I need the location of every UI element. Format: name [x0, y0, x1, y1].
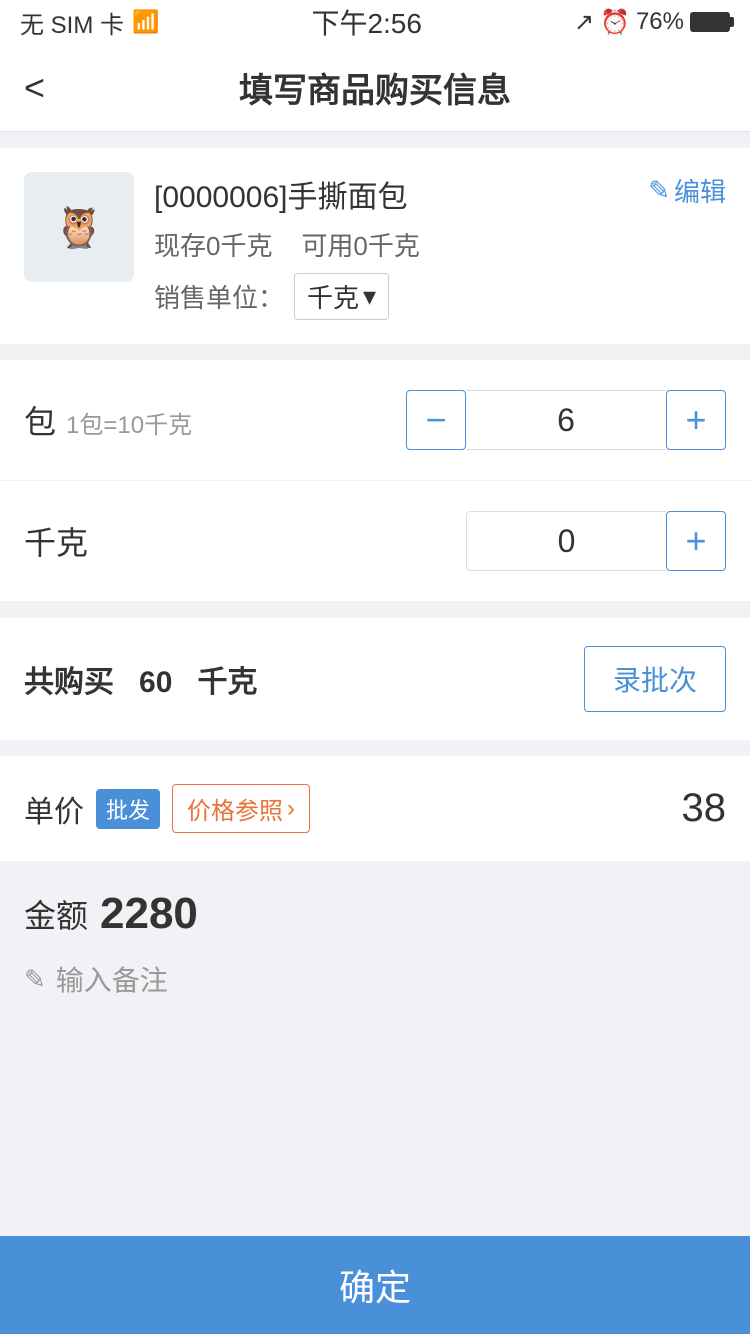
quantity-kg-input[interactable]	[466, 511, 666, 571]
quantity-control-bao: − +	[406, 390, 726, 450]
amount-label: 金额	[24, 891, 88, 937]
price-value: 38	[682, 786, 727, 831]
quantity-control-kg: +	[466, 511, 726, 571]
wifi-icon: 📶	[132, 9, 159, 35]
quantity-row-kg: 千克 +	[0, 481, 750, 602]
amount-row: 金额 2280	[24, 889, 726, 939]
quantity-label-bao: 包 1包=10千克	[24, 397, 406, 443]
page-title: 填写商品购买信息	[239, 63, 511, 112]
status-carrier: 无 SIM 卡 📶	[20, 5, 159, 40]
summary-amount: 60	[139, 666, 172, 699]
quantity-row-bao: 包 1包=10千克 − +	[0, 360, 750, 481]
product-unit-row: 销售单位： 千克 ▾	[154, 273, 726, 320]
price-label: 单价	[24, 787, 84, 831]
back-button[interactable]: <	[24, 67, 45, 109]
battery-icon	[690, 12, 730, 32]
edit-button[interactable]: ✎ 编辑	[648, 172, 726, 209]
price-row: 单价 批发 价格参照 › 38	[24, 784, 726, 833]
nav-bar: < 填写商品购买信息	[0, 44, 750, 132]
product-card: 🦉 [0000006]手撕面包 现存0千克 可用0千克 销售单位： 千克 ▾ ✎…	[0, 148, 750, 344]
remark-row[interactable]: ✎ 输入备注	[24, 959, 726, 999]
decrement-bao-button[interactable]: −	[406, 390, 466, 450]
increment-kg-button[interactable]: +	[666, 511, 726, 571]
unit-dropdown[interactable]: 千克 ▾	[294, 273, 389, 320]
product-logo-icon: 🦉	[54, 204, 104, 251]
battery-percent: 76%	[636, 8, 684, 36]
product-name: [0000006]手撕面包	[154, 172, 726, 216]
price-reference-button[interactable]: 价格参照 ›	[172, 784, 310, 833]
status-right: ↗ ⏰ 76%	[574, 8, 730, 37]
remark-placeholder: 输入备注	[56, 959, 168, 999]
status-time: 下午2:56	[311, 2, 422, 42]
product-thumbnail: 🦉	[24, 172, 134, 282]
chevron-right-icon: ›	[287, 795, 295, 823]
product-stock: 现存0千克 可用0千克	[154, 226, 726, 263]
price-section: 单价 批发 价格参照 › 38	[0, 756, 750, 861]
quantity-section: 包 1包=10千克 − + 千克 +	[0, 360, 750, 602]
pencil-icon: ✎	[24, 964, 46, 995]
quantity-bao-input[interactable]	[466, 390, 666, 450]
edit-icon: ✎	[648, 175, 670, 206]
summary-text: 共购买 60 千克	[24, 657, 257, 701]
amount-value: 2280	[100, 889, 198, 939]
alarm-icon: ⏰	[600, 8, 630, 37]
summary-row: 共购买 60 千克 录批次	[0, 618, 750, 740]
confirm-button[interactable]: 确定	[0, 1236, 750, 1334]
location-icon: ↗	[574, 8, 594, 37]
product-info: [0000006]手撕面包 现存0千克 可用0千克 销售单位： 千克 ▾	[154, 172, 726, 320]
status-bar: 无 SIM 卡 📶 下午2:56 ↗ ⏰ 76%	[0, 0, 750, 44]
quantity-label-kg: 千克	[24, 518, 466, 564]
dropdown-arrow-icon: ▾	[363, 281, 376, 312]
increment-bao-button[interactable]: +	[666, 390, 726, 450]
price-left: 单价 批发 价格参照 ›	[24, 784, 310, 833]
record-batch-button[interactable]: 录批次	[584, 646, 726, 712]
amount-section: 金额 2280 ✎ 输入备注	[0, 861, 750, 1015]
price-batch-tag: 批发	[96, 789, 160, 829]
